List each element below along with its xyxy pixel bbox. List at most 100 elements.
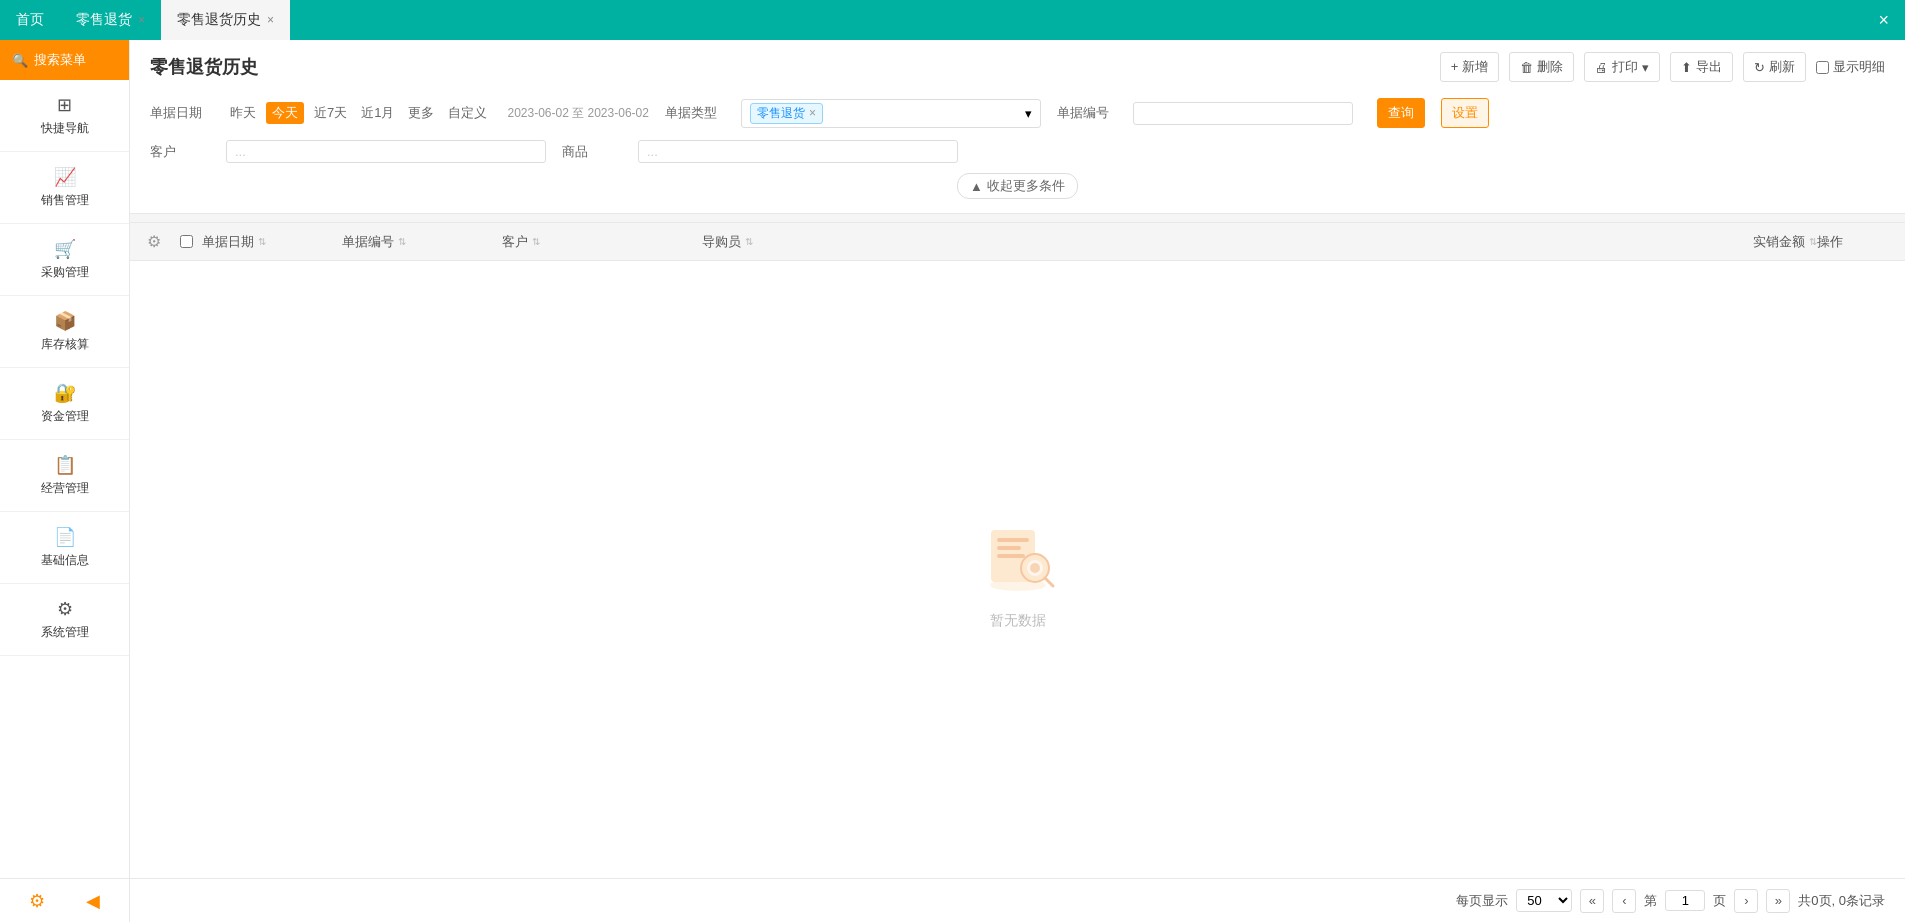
page-size-label: 每页显示 xyxy=(1456,892,1508,910)
pagination: 每页显示 20 50 100 « ‹ 第 页 › » 共0页, 0条记录 xyxy=(130,878,1905,922)
sidebar-item-shortcuts-label: 快捷导航 xyxy=(41,120,89,137)
page-next-button[interactable]: › xyxy=(1734,889,1758,913)
client-filter-select[interactable]: ... xyxy=(226,140,546,163)
date-options: 昨天 今天 近7天 近1月 更多 自定义 xyxy=(226,102,491,124)
goods-placeholder: ... xyxy=(647,144,658,159)
date-opt-custom[interactable]: 自定义 xyxy=(444,102,491,124)
num-filter-input[interactable] xyxy=(1133,102,1353,125)
page-prev-button[interactable]: ‹ xyxy=(1612,889,1636,913)
sidebar-item-shortcuts[interactable]: ⊞ 快捷导航 xyxy=(0,80,129,152)
empty-state: 暂无数据 xyxy=(130,261,1905,878)
table-header: ⚙ 单据日期 ⇅ 单据编号 ⇅ 客户 ⇅ 导购员 ⇅ xyxy=(130,223,1905,261)
tab-retail-return-history-label: 零售退货历史 xyxy=(177,11,261,29)
date-filter-label: 单据日期 xyxy=(150,104,210,122)
export-button[interactable]: ⬆ 导出 xyxy=(1670,52,1733,82)
sales-icon: 📈 xyxy=(54,166,76,188)
purchase-icon: 🛒 xyxy=(54,238,76,260)
collapse-sidebar-icon[interactable]: ◀ xyxy=(86,890,100,912)
type-filter-dropdown-icon: ▾ xyxy=(1025,106,1032,121)
col-client[interactable]: 客户 ⇅ xyxy=(502,233,702,251)
col-amount[interactable]: 实销金额 ⇅ xyxy=(1697,233,1817,251)
sidebar-search[interactable]: 🔍 搜索菜单 xyxy=(0,40,129,80)
table-select-all[interactable] xyxy=(170,235,202,248)
sidebar-item-basic-info[interactable]: 📄 基础信息 xyxy=(0,512,129,584)
type-filter-label: 单据类型 xyxy=(665,104,725,122)
page-unit: 页 xyxy=(1713,892,1726,910)
empty-text: 暂无数据 xyxy=(990,612,1046,630)
sidebar-item-system-label: 系统管理 xyxy=(41,624,89,641)
sidebar-item-operations-label: 经营管理 xyxy=(41,480,89,497)
select-all-checkbox[interactable] xyxy=(180,235,193,248)
collapse-button[interactable]: ▲ 收起更多条件 xyxy=(957,173,1078,199)
tab-bar: 首页 零售退货 × 零售退货历史 × xyxy=(0,0,1862,40)
col-amount-label: 实销金额 xyxy=(1753,233,1805,251)
window-close-button[interactable]: × xyxy=(1862,10,1905,31)
col-amount-sort: ⇅ xyxy=(1809,236,1817,247)
page-input[interactable] xyxy=(1665,890,1705,911)
sidebar-item-operations[interactable]: 📋 经营管理 xyxy=(0,440,129,512)
type-filter-select[interactable]: 零售退货 × ▾ xyxy=(741,99,1041,128)
date-opt-yesterday[interactable]: 昨天 xyxy=(226,102,260,124)
svg-rect-2 xyxy=(997,538,1029,542)
query-button-label: 查询 xyxy=(1388,104,1414,122)
tab-retail-return-close[interactable]: × xyxy=(138,13,145,27)
main-layout: 🔍 搜索菜单 ⊞ 快捷导航 📈 销售管理 🛒 采购管理 📦 库存核算 🔐 xyxy=(0,40,1905,922)
query-button[interactable]: 查询 xyxy=(1377,98,1425,128)
sidebar-item-inventory[interactable]: 📦 库存核算 xyxy=(0,296,129,368)
display-detail-checkbox-label[interactable]: 显示明细 xyxy=(1816,58,1885,76)
delete-icon: 🗑 xyxy=(1520,60,1533,75)
svg-rect-4 xyxy=(997,554,1025,558)
finance-icon: 🔐 xyxy=(54,382,76,404)
sidebar-item-basic-info-label: 基础信息 xyxy=(41,552,89,569)
display-detail-checkbox[interactable] xyxy=(1816,61,1829,74)
tab-retail-return-history-close[interactable]: × xyxy=(267,13,274,27)
date-opt-1month[interactable]: 近1月 xyxy=(357,102,398,124)
table-settings-icon[interactable]: ⚙ xyxy=(138,232,170,251)
col-date[interactable]: 单据日期 ⇅ xyxy=(202,233,342,251)
page-size-select[interactable]: 20 50 100 xyxy=(1516,889,1572,912)
num-filter-label: 单据编号 xyxy=(1057,104,1117,122)
sidebar-item-sales-label: 销售管理 xyxy=(41,192,89,209)
tab-retail-return-label: 零售退货 xyxy=(76,11,132,29)
col-num[interactable]: 单据编号 ⇅ xyxy=(342,233,502,251)
new-button[interactable]: + 新增 xyxy=(1440,52,1499,82)
goods-filter-select[interactable]: ... xyxy=(638,140,958,163)
print-button[interactable]: 🖨 打印 ▾ xyxy=(1584,52,1660,82)
col-num-sort: ⇅ xyxy=(398,236,406,247)
sidebar-item-sales[interactable]: 📈 销售管理 xyxy=(0,152,129,224)
date-opt-7days[interactable]: 近7天 xyxy=(310,102,351,124)
page-title-row: 零售退货历史 + 新增 🗑 删除 🖨 打印 ▾ ⬆ xyxy=(150,52,1885,82)
tab-home-label: 首页 xyxy=(16,11,44,29)
search-icon: 🔍 xyxy=(12,53,28,68)
col-date-label: 单据日期 xyxy=(202,233,254,251)
date-opt-more[interactable]: 更多 xyxy=(404,102,438,124)
type-filter-tag-close[interactable]: × xyxy=(809,106,816,120)
col-guide[interactable]: 导购员 ⇅ xyxy=(702,233,852,251)
sidebar-item-system[interactable]: ⚙ 系统管理 xyxy=(0,584,129,656)
refresh-button[interactable]: ↻ 刷新 xyxy=(1743,52,1806,82)
tab-retail-return[interactable]: 零售退货 × xyxy=(60,0,161,40)
settings-bottom-icon[interactable]: ⚙ xyxy=(29,890,45,912)
page-summary: 共0页, 0条记录 xyxy=(1798,892,1885,910)
collapse-row: ▲ 收起更多条件 xyxy=(150,169,1885,203)
print-dropdown-icon: ▾ xyxy=(1642,60,1649,75)
topbar: 首页 零售退货 × 零售退货历史 × × xyxy=(0,0,1905,40)
sidebar-item-finance-label: 资金管理 xyxy=(41,408,89,425)
col-client-label: 客户 xyxy=(502,233,528,251)
inventory-icon: 📦 xyxy=(54,310,76,332)
tab-retail-return-history[interactable]: 零售退货历史 × xyxy=(161,0,290,40)
page-label: 第 xyxy=(1644,892,1657,910)
sidebar-item-finance[interactable]: 🔐 资金管理 xyxy=(0,368,129,440)
page-first-button[interactable]: « xyxy=(1580,889,1604,913)
system-icon: ⚙ xyxy=(54,598,76,620)
page-last-button[interactable]: » xyxy=(1766,889,1790,913)
filter-area: 单据日期 昨天 今天 近7天 近1月 更多 自定义 2023-06-02 至 2… xyxy=(150,92,1885,213)
settings-button[interactable]: 设置 xyxy=(1441,98,1489,128)
print-icon: 🖨 xyxy=(1595,60,1608,75)
delete-button[interactable]: 🗑 删除 xyxy=(1509,52,1574,82)
toolbar: + 新增 🗑 删除 🖨 打印 ▾ ⬆ 导出 xyxy=(1440,52,1885,82)
date-opt-today[interactable]: 今天 xyxy=(266,102,304,124)
sidebar: 🔍 搜索菜单 ⊞ 快捷导航 📈 销售管理 🛒 采购管理 📦 库存核算 🔐 xyxy=(0,40,130,922)
sidebar-item-purchase[interactable]: 🛒 采购管理 xyxy=(0,224,129,296)
tab-home[interactable]: 首页 xyxy=(0,0,60,40)
